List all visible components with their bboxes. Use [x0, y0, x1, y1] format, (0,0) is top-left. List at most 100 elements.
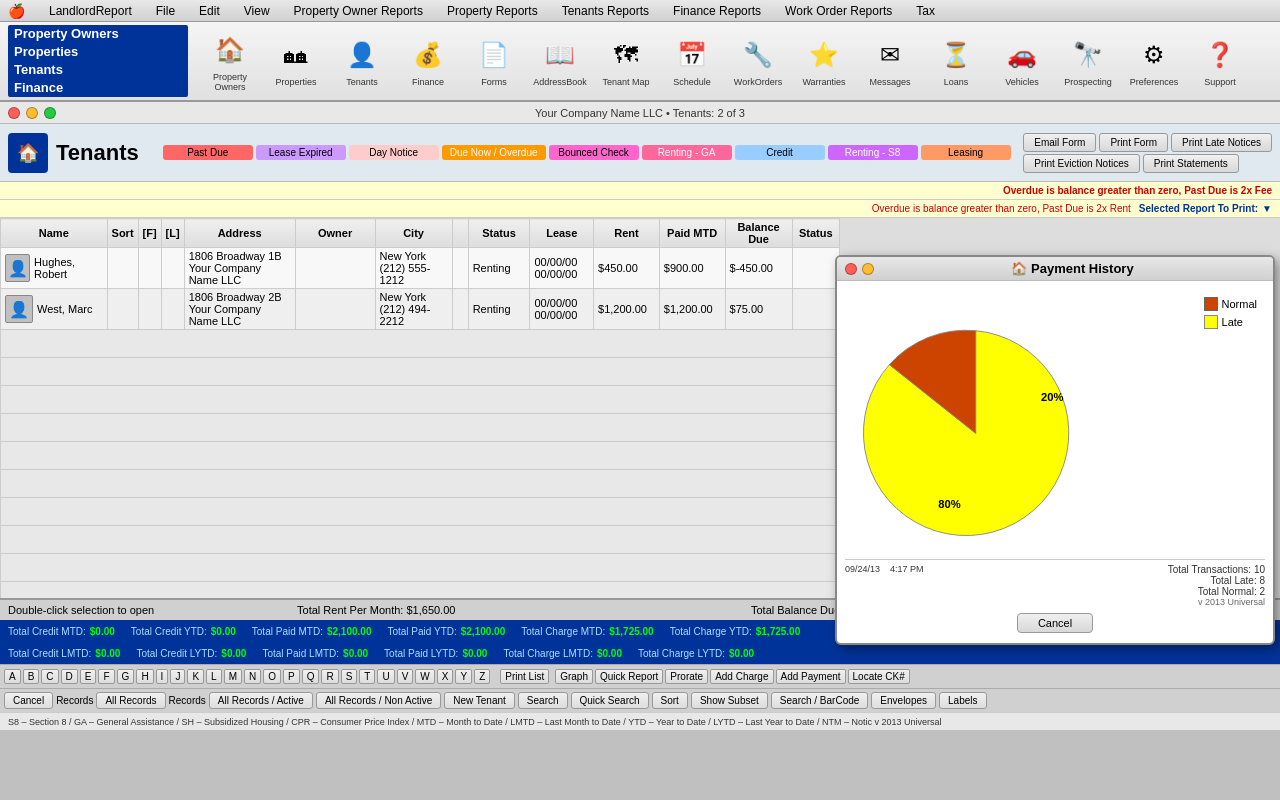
- toolbar-loans[interactable]: ⏳ Loans: [924, 25, 988, 97]
- col-l[interactable]: [L]: [161, 219, 184, 248]
- toolbar-properties[interactable]: 🏘 Properties: [264, 25, 328, 97]
- alpha-t[interactable]: T: [359, 669, 375, 684]
- menu-workorder-reports[interactable]: Work Order Reports: [781, 2, 896, 20]
- alpha-d[interactable]: D: [61, 669, 78, 684]
- toolbar-preferences[interactable]: ⚙ Preferences: [1122, 25, 1186, 97]
- alpha-x[interactable]: X: [437, 669, 454, 684]
- quick-report-button[interactable]: Quick Report: [595, 669, 663, 684]
- tenant-row-0[interactable]: 👤 Hughes, Robert 1806 Broadway 1BYour Co…: [1, 248, 840, 289]
- sort-button[interactable]: Sort: [652, 692, 688, 709]
- tenant-row-1[interactable]: 👤 West, Marc 1806 Broadway 2BYour Compan…: [1, 289, 840, 330]
- toolbar-workorders[interactable]: 🔧 WorkOrders: [726, 25, 790, 97]
- alpha-z[interactable]: Z: [474, 669, 490, 684]
- col-city[interactable]: City: [375, 219, 452, 248]
- alpha-v[interactable]: V: [397, 669, 414, 684]
- labels-button[interactable]: Labels: [939, 692, 986, 709]
- toolbar-vehicles[interactable]: 🚗 Vehicles: [990, 25, 1054, 97]
- menu-edit[interactable]: Edit: [195, 2, 224, 20]
- locate-ck-button[interactable]: Locate CK#: [848, 669, 910, 684]
- alpha-y[interactable]: Y: [455, 669, 472, 684]
- alpha-p[interactable]: P: [283, 669, 300, 684]
- search-barcode-button[interactable]: Search / BarCode: [771, 692, 869, 709]
- alpha-f[interactable]: F: [98, 669, 114, 684]
- alpha-s[interactable]: S: [341, 669, 358, 684]
- alpha-c[interactable]: C: [41, 669, 58, 684]
- menu-finance-reports[interactable]: Finance Reports: [669, 2, 765, 20]
- col-rent[interactable]: Rent: [594, 219, 660, 248]
- alpha-g[interactable]: G: [117, 669, 135, 684]
- menu-tax[interactable]: Tax: [912, 2, 939, 20]
- alpha-k[interactable]: K: [187, 669, 204, 684]
- nav-finance[interactable]: Finance: [14, 79, 182, 97]
- toolbar-addressbook[interactable]: 📖 AddressBook: [528, 25, 592, 97]
- col-owner[interactable]: Owner: [295, 219, 375, 248]
- add-charge-button[interactable]: Add Charge: [710, 669, 773, 684]
- new-tenant-button[interactable]: New Tenant: [444, 692, 515, 709]
- all-records-active-button[interactable]: All Records / Active: [209, 692, 313, 709]
- nav-property-owners[interactable]: Property Owners: [14, 25, 182, 43]
- show-subset-button[interactable]: Show Subset: [691, 692, 768, 709]
- toolbar-schedule[interactable]: 📅 Schedule: [660, 25, 724, 97]
- alpha-a[interactable]: A: [4, 669, 21, 684]
- envelopes-button[interactable]: Envelopes: [871, 692, 936, 709]
- alpha-q[interactable]: Q: [302, 669, 320, 684]
- nav-properties[interactable]: Properties: [14, 43, 182, 61]
- menu-property-owner-reports[interactable]: Property Owner Reports: [290, 2, 427, 20]
- quick-search-button[interactable]: Quick Search: [571, 692, 649, 709]
- print-eviction-notices-button[interactable]: Print Eviction Notices: [1023, 154, 1139, 173]
- alpha-o[interactable]: O: [263, 669, 281, 684]
- toolbar-finance[interactable]: 💰 Finance: [396, 25, 460, 97]
- alpha-h[interactable]: H: [136, 669, 153, 684]
- col-lease[interactable]: Lease: [530, 219, 594, 248]
- print-form-button[interactable]: Print Form: [1099, 133, 1168, 152]
- col-extra[interactable]: [452, 219, 468, 248]
- minimize-button[interactable]: [26, 107, 38, 119]
- toolbar-tenant-map[interactable]: 🗺 Tenant Map: [594, 25, 658, 97]
- toolbar-property-owners[interactable]: 🏠 Property Owners: [198, 25, 262, 97]
- toolbar-warranties[interactable]: ⭐ Warranties: [792, 25, 856, 97]
- all-records-non-active-button[interactable]: All Records / Non Active: [316, 692, 441, 709]
- menu-landlordreport[interactable]: LandlordReport: [45, 2, 136, 20]
- menu-file[interactable]: File: [152, 2, 179, 20]
- cancel-button[interactable]: Cancel: [4, 692, 53, 709]
- print-statements-button[interactable]: Print Statements: [1143, 154, 1239, 173]
- alpha-m[interactable]: M: [224, 669, 242, 684]
- prorate-button[interactable]: Prorate: [665, 669, 708, 684]
- col-status2[interactable]: Status: [792, 219, 839, 248]
- alpha-j[interactable]: J: [170, 669, 185, 684]
- toolbar-forms[interactable]: 📄 Forms: [462, 25, 526, 97]
- col-address[interactable]: Address: [184, 219, 295, 248]
- print-list-button[interactable]: Print List: [500, 669, 549, 684]
- graph-button[interactable]: Graph: [555, 669, 593, 684]
- email-form-button[interactable]: Email Form: [1023, 133, 1096, 152]
- nav-tenants[interactable]: Tenants: [14, 61, 182, 79]
- col-status[interactable]: Status: [468, 219, 530, 248]
- alpha-n[interactable]: N: [244, 669, 261, 684]
- add-payment-button[interactable]: Add Payment: [776, 669, 846, 684]
- alpha-r[interactable]: R: [321, 669, 338, 684]
- alpha-w[interactable]: W: [415, 669, 434, 684]
- alpha-l[interactable]: L: [206, 669, 222, 684]
- dialog-minimize-button[interactable]: [862, 263, 874, 275]
- print-late-notices-button[interactable]: Print Late Notices: [1171, 133, 1272, 152]
- menu-tenants-reports[interactable]: Tenants Reports: [558, 2, 653, 20]
- alpha-b[interactable]: B: [23, 669, 40, 684]
- selected-report-dropdown[interactable]: ▼: [1262, 203, 1272, 214]
- alpha-i[interactable]: I: [156, 669, 169, 684]
- col-sort[interactable]: Sort: [107, 219, 138, 248]
- col-paid-mtd[interactable]: Paid MTD: [659, 219, 725, 248]
- alpha-u[interactable]: U: [377, 669, 394, 684]
- search-button[interactable]: Search: [518, 692, 568, 709]
- col-balance-due[interactable]: Balance Due: [725, 219, 792, 248]
- toolbar-messages[interactable]: ✉ Messages: [858, 25, 922, 97]
- apple-menu[interactable]: 🍎: [8, 3, 25, 19]
- maximize-button[interactable]: [44, 107, 56, 119]
- dialog-cancel-button[interactable]: Cancel: [1017, 613, 1093, 633]
- toolbar-support[interactable]: ❓ Support: [1188, 25, 1252, 97]
- all-records-button[interactable]: All Records: [96, 692, 165, 709]
- col-name[interactable]: Name: [1, 219, 108, 248]
- close-button[interactable]: [8, 107, 20, 119]
- menu-view[interactable]: View: [240, 2, 274, 20]
- toolbar-tenants[interactable]: 👤 Tenants: [330, 25, 394, 97]
- col-f[interactable]: [F]: [138, 219, 161, 248]
